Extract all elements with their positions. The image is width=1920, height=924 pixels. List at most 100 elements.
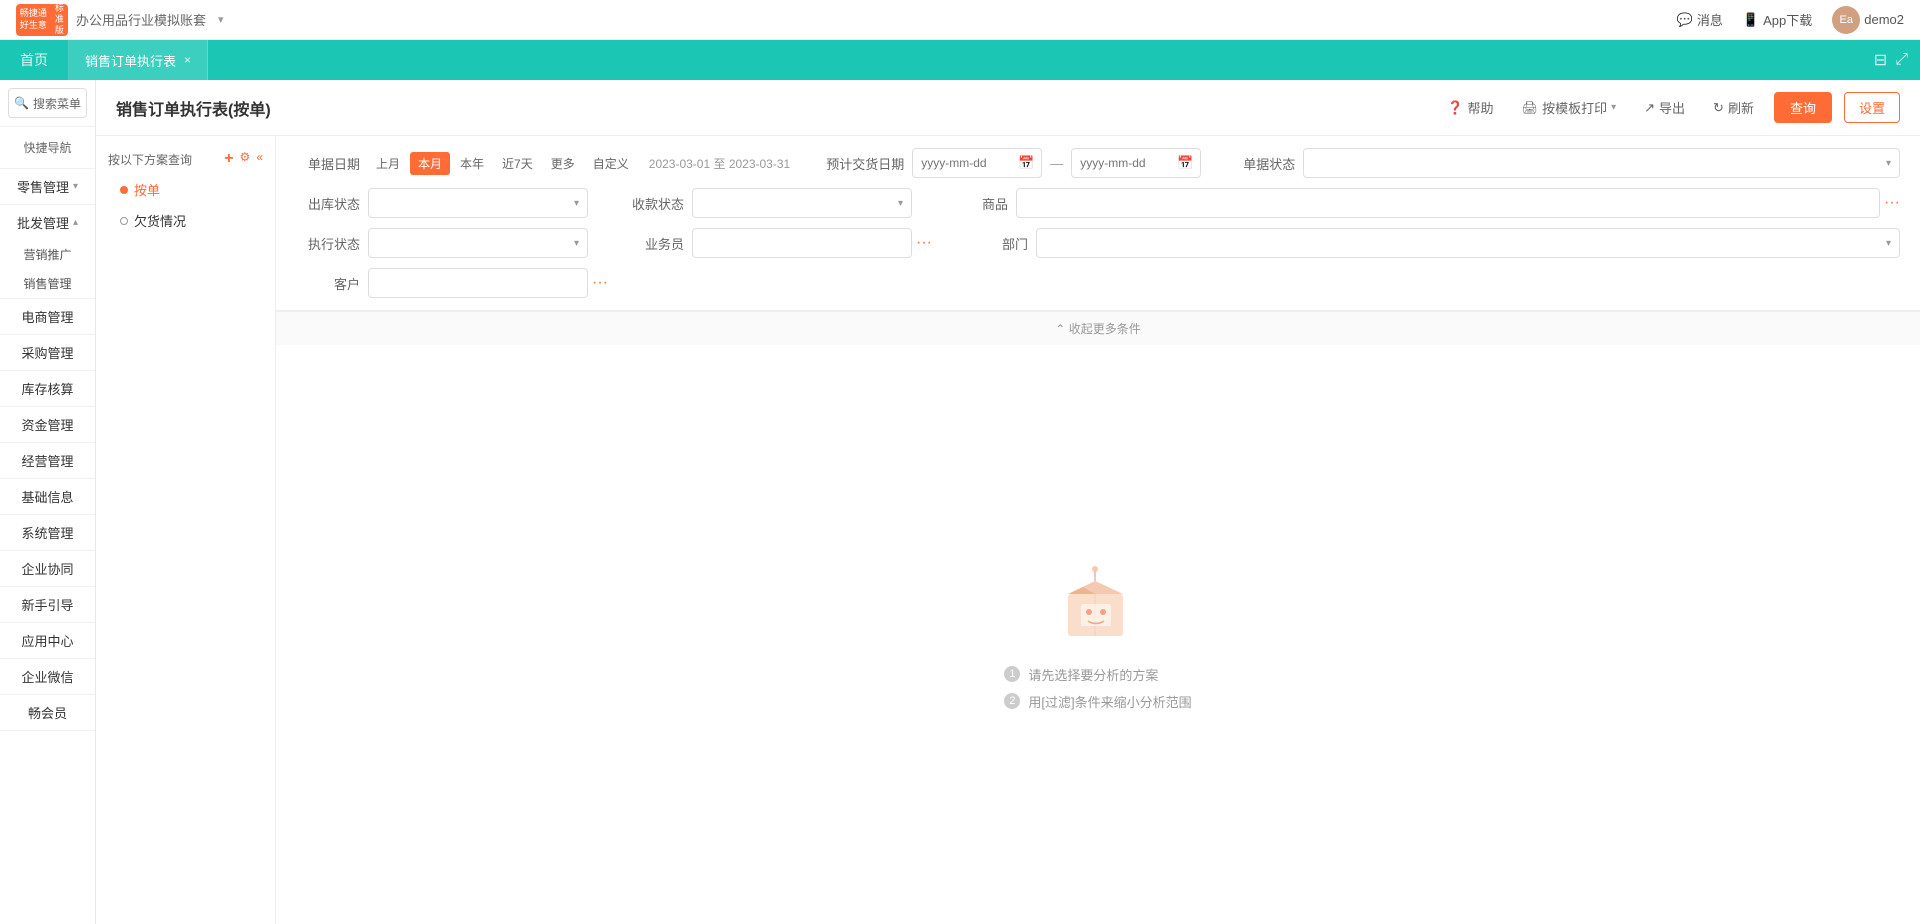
filter-row-3: 执行状态 ▾ 业务员 ··· 部门: [296, 228, 1900, 258]
sidebar-purchase-header[interactable]: 采购管理: [0, 335, 95, 370]
tab-expand-icon[interactable]: ⤢: [1895, 51, 1908, 69]
customer-dots-icon[interactable]: ···: [592, 274, 608, 292]
sidebar-finance-header[interactable]: 资金管理: [0, 407, 95, 442]
expected-date-start-input-wrapper: 📅: [912, 148, 1042, 178]
settings-scheme-icon[interactable]: ⚙: [240, 150, 251, 168]
order-status-label: 单据状态: [1233, 154, 1303, 173]
date-tab-7days[interactable]: 近7天: [494, 152, 541, 175]
customer-input[interactable]: [368, 268, 588, 298]
app-logo: 畅捷通好生意 标准版: [16, 4, 68, 36]
app-download-button[interactable]: 📱 App下载: [1743, 10, 1812, 29]
sidebar-operation-header[interactable]: 经营管理: [0, 443, 95, 478]
payment-status-select[interactable]: ▾: [692, 188, 912, 218]
sidebar-appcenter-header[interactable]: 应用中心: [0, 623, 95, 658]
sidebar-group-retail: 零售管理 ▾: [0, 169, 95, 205]
date-filter-group: 上月 本月 本年 近7天 更多 自定义 2023-03-01 至 2023-03…: [368, 152, 790, 175]
top-header: 畅捷通好生意 标准版 办公用品行业模拟账套 ▾ 💬 消息 📱 App下载 Ea …: [0, 0, 1920, 40]
sidebar-retail-header[interactable]: 零售管理 ▾: [0, 169, 95, 204]
date-tab-this-year[interactable]: 本年: [452, 152, 492, 175]
tip-num-2: 2: [1004, 693, 1020, 709]
sidebar-enterprise-header[interactable]: 企业协同: [0, 551, 95, 586]
empty-tip-1: 1 请先选择要分析的方案: [1004, 665, 1191, 684]
sidebar-search-section: 🔍 搜索菜单: [0, 80, 95, 127]
sidebar-group-operation: 经营管理: [0, 443, 95, 479]
collapse-scheme-icon[interactable]: «: [256, 150, 263, 168]
print-button[interactable]: 🖨 按模板打印 ▾: [1514, 94, 1625, 121]
sidebar-item-marketing[interactable]: 营销推广: [0, 240, 95, 269]
department-wrapper: ▾: [1036, 228, 1900, 258]
tab-close-icon[interactable]: ×: [184, 53, 191, 67]
exec-status-select[interactable]: ▾: [368, 228, 588, 258]
sidebar-item-sales-mgmt[interactable]: 销售管理: [0, 269, 95, 298]
sidebar-newuser-header[interactable]: 新手引导: [0, 587, 95, 622]
date-range-text: 2023-03-01 至 2023-03-31: [649, 155, 790, 172]
user-profile[interactable]: Ea demo2: [1832, 6, 1904, 34]
product-input[interactable]: [1016, 188, 1880, 218]
sidebar-ecommerce-header[interactable]: 电商管理: [0, 299, 95, 334]
filter-row-1: 单据日期 上月 本月 本年 近7天 更多 自定义 20: [296, 148, 1900, 178]
tab-home[interactable]: 首页: [0, 40, 69, 80]
message-icon: 💬: [1677, 12, 1693, 28]
sidebar: 🔍 搜索菜单 快捷导航 零售管理 ▾ 批发管理 ▴ 营销推广 销售管理 电商管理: [0, 80, 96, 924]
empty-tips: 1 请先选择要分析的方案 2 用[过滤]条件来缩小分析范围: [1004, 665, 1191, 711]
product-dots-icon[interactable]: ···: [1884, 194, 1900, 212]
date-tab-custom[interactable]: 自定义: [585, 152, 637, 175]
expected-date-end-input[interactable]: [1071, 148, 1201, 178]
sidebar-group-purchase: 采购管理: [0, 335, 95, 371]
sidebar-item-quick-nav[interactable]: 快捷导航: [0, 133, 95, 162]
sidebar-inventory-header[interactable]: 库存核算: [0, 371, 95, 406]
export-button[interactable]: ↗ 导出: [1636, 94, 1693, 121]
search-button[interactable]: 查询: [1774, 92, 1832, 123]
sidebar-wholesale-header[interactable]: 批发管理 ▴: [0, 205, 95, 240]
salesperson-label: 业务员: [620, 234, 692, 253]
empty-state: 1 请先选择要分析的方案 2 用[过滤]条件来缩小分析范围: [1004, 559, 1191, 711]
left-filter-icons: + ⚙ «: [224, 150, 263, 168]
refresh-icon: ↻: [1713, 100, 1724, 116]
sidebar-corpwechat-header[interactable]: 企业微信: [0, 659, 95, 694]
breadcrumb-arrow[interactable]: ▾: [218, 13, 224, 26]
order-status-select[interactable]: ▾: [1303, 148, 1900, 178]
collapse-bar[interactable]: ⌃ 收起更多条件: [276, 311, 1920, 345]
date-tab-more[interactable]: 更多: [543, 152, 583, 175]
expected-date-start-input[interactable]: [912, 148, 1042, 178]
expected-date-start-wrapper: 📅 — 📅: [912, 148, 1201, 178]
sidebar-group-inventory: 库存核算: [0, 371, 95, 407]
date-tab-this-month[interactable]: 本月: [410, 152, 450, 175]
sidebar-group-appcenter: 应用中心: [0, 623, 95, 659]
date-tab-last-month[interactable]: 上月: [368, 152, 408, 175]
tab-minimize-icon[interactable]: ⊟: [1874, 50, 1887, 70]
customer-field-wrapper: ···: [368, 268, 608, 298]
print-arrow-icon: ▾: [1611, 102, 1616, 113]
delivery-status-select[interactable]: ▾: [368, 188, 588, 218]
scheme-item-backorder[interactable]: 欠货情况: [96, 205, 275, 236]
sidebar-basic-header[interactable]: 基础信息: [0, 479, 95, 514]
tab-active[interactable]: 销售订单执行表 ×: [69, 40, 208, 80]
sidebar-group-finance: 资金管理: [0, 407, 95, 443]
filter-area: 单据日期 上月 本月 本年 近7天 更多 自定义 20: [276, 136, 1920, 311]
expected-date-label: 预计交货日期: [822, 154, 912, 173]
salesperson-input[interactable]: [692, 228, 912, 258]
department-label: 部门: [964, 234, 1036, 253]
settings-button[interactable]: 设置: [1844, 92, 1900, 123]
message-button[interactable]: 💬 消息: [1677, 10, 1723, 29]
exec-status-label: 执行状态: [296, 234, 368, 253]
sidebar-member-header[interactable]: 畅会员: [0, 695, 95, 730]
product-label: 商品: [944, 194, 1016, 213]
chevron-dept-icon: ▾: [1886, 238, 1891, 249]
salesperson-dots-icon[interactable]: ···: [916, 234, 932, 252]
search-menu-button[interactable]: 🔍 搜索菜单: [8, 88, 87, 118]
scheme-item-by-order[interactable]: 按单: [96, 174, 275, 205]
tip-num-1: 1: [1004, 666, 1020, 682]
add-scheme-icon[interactable]: +: [224, 150, 233, 168]
chevron-down-icon: ▾: [73, 181, 78, 192]
download-icon: 📱: [1743, 12, 1759, 28]
main-area: 🔍 搜索菜单 快捷导航 零售管理 ▾ 批发管理 ▴ 营销推广 销售管理 电商管理: [0, 80, 1920, 924]
department-select[interactable]: ▾: [1036, 228, 1900, 258]
date-separator: —: [1046, 156, 1067, 171]
header-left: 畅捷通好生意 标准版 办公用品行业模拟账套 ▾: [16, 4, 224, 36]
payment-status-wrapper: ▾: [692, 188, 912, 218]
product-field-wrapper: ···: [1016, 188, 1900, 218]
refresh-button[interactable]: ↻ 刷新: [1705, 94, 1762, 121]
sidebar-system-header[interactable]: 系统管理: [0, 515, 95, 550]
help-button[interactable]: ❓ 帮助: [1439, 94, 1501, 121]
